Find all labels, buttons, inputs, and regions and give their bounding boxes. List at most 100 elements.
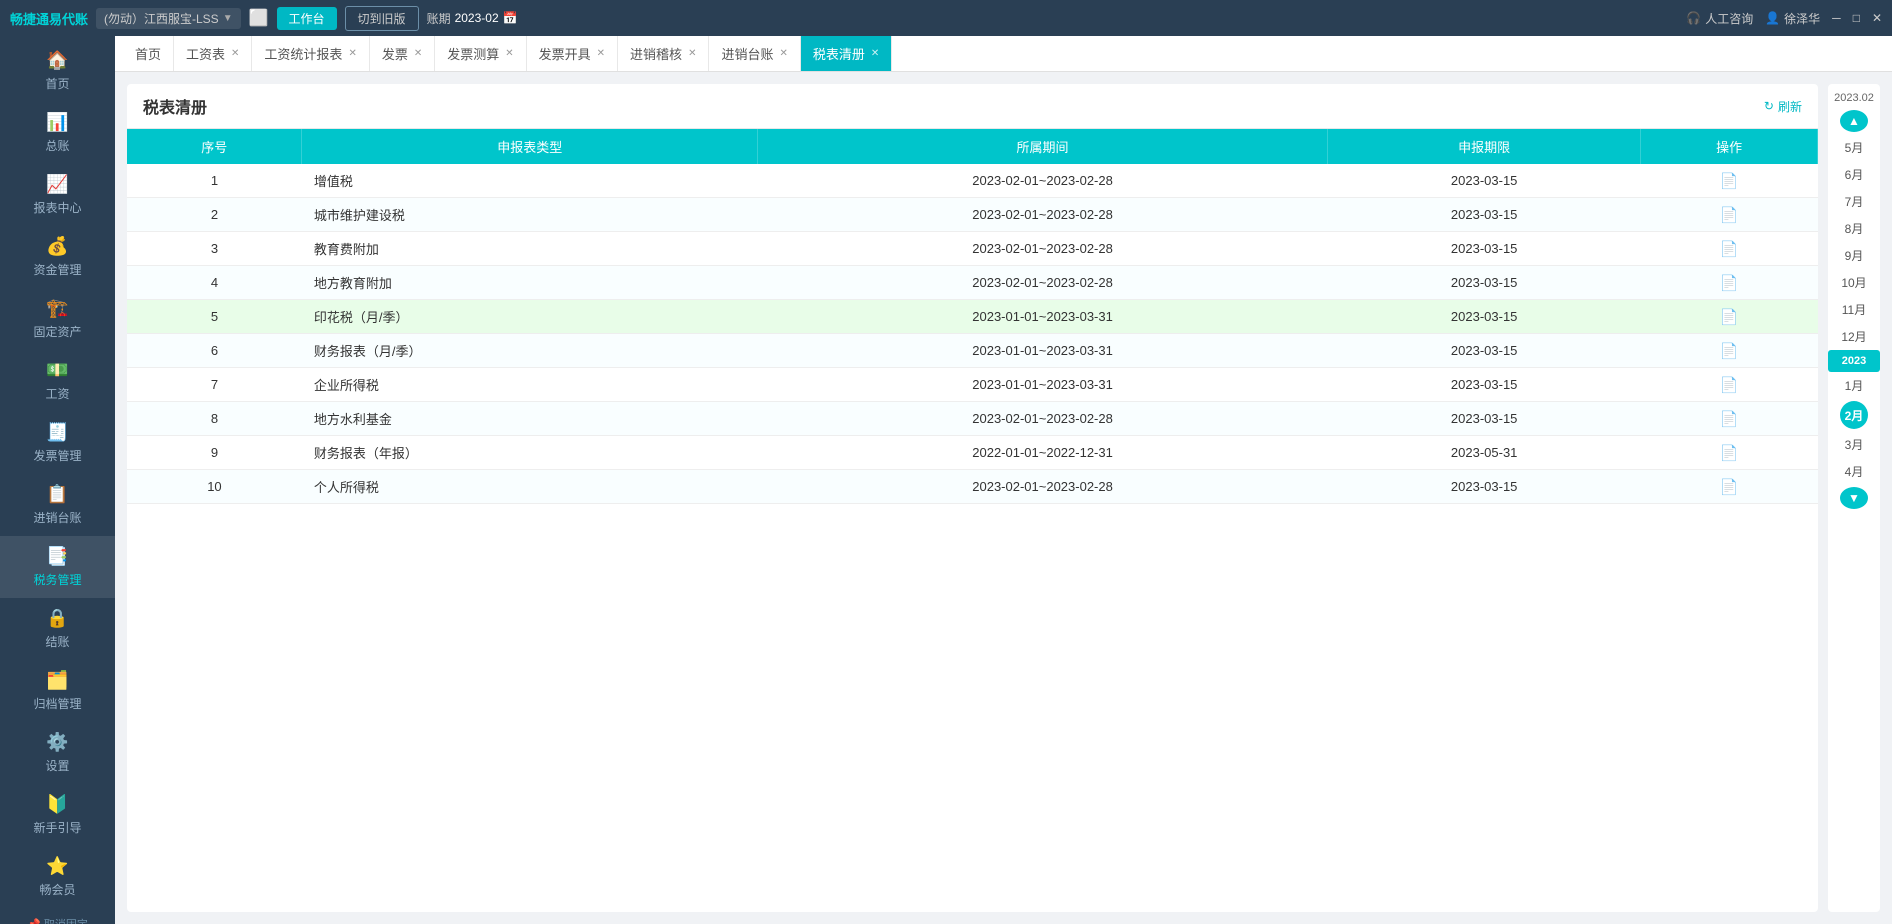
cell-deadline: 2023-03-15 [1327,470,1640,504]
action-icon[interactable]: 📄 [1720,479,1739,496]
calendar-month-2023-3月[interactable]: 3月 [1828,431,1880,458]
tab-close-invoice[interactable]: ✕ [414,48,422,59]
action-icon[interactable]: 📄 [1720,173,1739,190]
support-link[interactable]: 🎧 人工咨询 [1686,10,1753,27]
sidebar-item-close[interactable]: 🔒结账 [0,598,115,660]
fund-icon: 💰 [46,236,68,257]
tab-close-invoice_calc[interactable]: ✕ [505,48,513,59]
sidebar-label-ledger: 总账 [45,137,69,154]
sidebar-item-ledger[interactable]: 📊总账 [0,102,115,164]
close-window-icon[interactable]: ✕ [1872,11,1882,25]
table-row: 4 地方教育附加 2023-02-01~2023-02-28 2023-03-1… [127,266,1818,300]
tab-close-tax_clear[interactable]: ✕ [871,48,879,59]
sidebar-item-member[interactable]: ⭐畅会员 [0,846,115,908]
table-row: 6 财务报表（月/季） 2023-01-01~2023-03-31 2023-0… [127,334,1818,368]
action-icon[interactable]: 📄 [1720,445,1739,462]
cell-type: 增值税 [302,164,758,198]
calendar-month-prev-6月[interactable]: 6月 [1828,161,1880,188]
sidebar-label-report: 报表中心 [33,199,81,216]
cell-deadline: 2023-03-15 [1327,198,1640,232]
calendar-month-prev-9月[interactable]: 9月 [1828,242,1880,269]
tab-purchase_ledger[interactable]: 进销台账✕ [709,36,800,71]
calendar-month-2023-1月[interactable]: 1月 [1828,372,1880,399]
cell-deadline: 2023-03-15 [1327,402,1640,436]
tab-salary_table[interactable]: 工资表✕ [174,36,252,71]
sidebar-label-settings: 设置 [45,757,69,774]
calendar-month-2023-2月[interactable]: 2月 [1840,401,1868,429]
cancel-fixed-button[interactable]: 📌 取消固定 [0,908,115,924]
calendar-scroll-up[interactable]: ▲ [1840,110,1868,132]
sidebar-item-report[interactable]: 📈报表中心 [0,164,115,226]
company-selector[interactable]: (勿动）江西服宝-LSS ▼ [96,8,241,29]
tax-icon: 📑 [46,546,68,567]
archive-icon: 🗂️ [46,670,68,691]
tab-invoice[interactable]: 发票 ✕ [370,36,435,71]
cell-action: 📄 [1641,266,1818,300]
cell-period: 2023-01-01~2023-03-31 [758,300,1328,334]
tab-invoice_open[interactable]: 发票开具✕ [527,36,618,71]
sidebar-item-guide[interactable]: 🔰 新手引导 [0,784,115,846]
action-icon[interactable]: 📄 [1720,241,1739,258]
tab-label-purchase_check: 进销稽核 [630,44,682,63]
tab-purchase_check[interactable]: 进销稽核 ✕ [618,36,709,71]
tab-salary_report[interactable]: 工资统计报表✕ [252,36,369,71]
sidebar-item-settings[interactable]: ⚙️设置 [0,722,115,784]
tab-close-salary_table[interactable]: ✕ [231,48,239,59]
tab-tax_clear[interactable]: 税表清册✕ [801,36,892,71]
sidebar-item-purchase[interactable]: 📋进销台账 [0,474,115,536]
refresh-button[interactable]: ↻ 刷新 [1764,98,1802,115]
sidebar-item-asset[interactable]: 🏗️固定资产 [0,288,115,350]
calendar-month-2023-4月[interactable]: 4月 [1828,458,1880,485]
cell-deadline: 2023-03-15 [1327,232,1640,266]
tab-invoice_calc[interactable]: 发票测算✕ [435,36,526,71]
cell-type: 城市维护建设税 [302,198,758,232]
maximize-icon[interactable]: □ [1853,11,1860,25]
sidebar-item-home[interactable]: 🏠首页 [0,40,115,102]
cell-action: 📄 [1641,334,1818,368]
cell-period: 2023-02-01~2023-02-28 [758,164,1328,198]
action-icon[interactable]: 📄 [1720,309,1739,326]
user-menu[interactable]: 👤 徐泽华 [1765,10,1820,27]
guide-icon: 🔰 [46,794,68,815]
tab-label-invoice: 发票 [382,44,408,63]
cell-action: 📄 [1641,300,1818,334]
action-icon[interactable]: 📄 [1720,207,1739,224]
calendar-month-prev-10月[interactable]: 10月 [1828,269,1880,296]
calendar-month-prev-5月[interactable]: 5月 [1828,134,1880,161]
sidebar-item-invoice[interactable]: 🧾发票管理 [0,412,115,474]
action-icon[interactable]: 📄 [1720,343,1739,360]
main-layout: 🏠首页📊总账📈报表中心💰资金管理🏗️固定资产💵工资🧾发票管理📋进销台账📑税务管理… [0,36,1892,924]
sidebar-label-guide: 新手引导 [33,819,81,836]
tab-home[interactable]: 首页 [123,36,174,71]
cell-id: 3 [127,232,302,266]
tab-close-invoice_open[interactable]: ✕ [597,48,605,59]
action-icon[interactable]: 📄 [1720,377,1739,394]
cell-type: 财务报表（年报） [302,436,758,470]
calendar-month-prev-7月[interactable]: 7月 [1828,188,1880,215]
calendar-scroll-down[interactable]: ▼ [1840,487,1868,509]
sidebar-item-salary[interactable]: 💵工资 [0,350,115,412]
sidebar-item-fund[interactable]: 💰资金管理 [0,226,115,288]
col-操作: 操作 [1641,129,1818,164]
calendar-month-prev-8月[interactable]: 8月 [1828,215,1880,242]
table-row: 10 个人所得税 2023-02-01~2023-02-28 2023-03-1… [127,470,1818,504]
cell-deadline: 2023-03-15 [1327,368,1640,402]
action-icon[interactable]: 📄 [1720,275,1739,292]
cell-id: 9 [127,436,302,470]
switch-old-button[interactable]: 切到旧版 [345,6,419,31]
action-icon[interactable]: 📄 [1720,411,1739,428]
sidebar-item-archive[interactable]: 🗂️归档管理 [0,660,115,722]
minimize-icon[interactable]: ─ [1832,11,1841,25]
tab-close-purchase_check[interactable]: ✕ [688,48,696,59]
tab-close-salary_report[interactable]: ✕ [348,48,356,59]
workstation-button[interactable]: 工作台 [277,7,337,30]
cell-deadline: 2023-03-15 [1327,300,1640,334]
calendar-month-prev-11月[interactable]: 11月 [1828,296,1880,323]
cell-action: 📄 [1641,402,1818,436]
tab-close-purchase_ledger[interactable]: ✕ [779,48,787,59]
cell-type: 个人所得税 [302,470,758,504]
cell-id: 7 [127,368,302,402]
calendar-month-prev-12月[interactable]: 12月 [1828,323,1880,350]
sidebar-item-tax[interactable]: 📑税务管理 [0,536,115,598]
cell-period: 2023-02-01~2023-02-28 [758,402,1328,436]
